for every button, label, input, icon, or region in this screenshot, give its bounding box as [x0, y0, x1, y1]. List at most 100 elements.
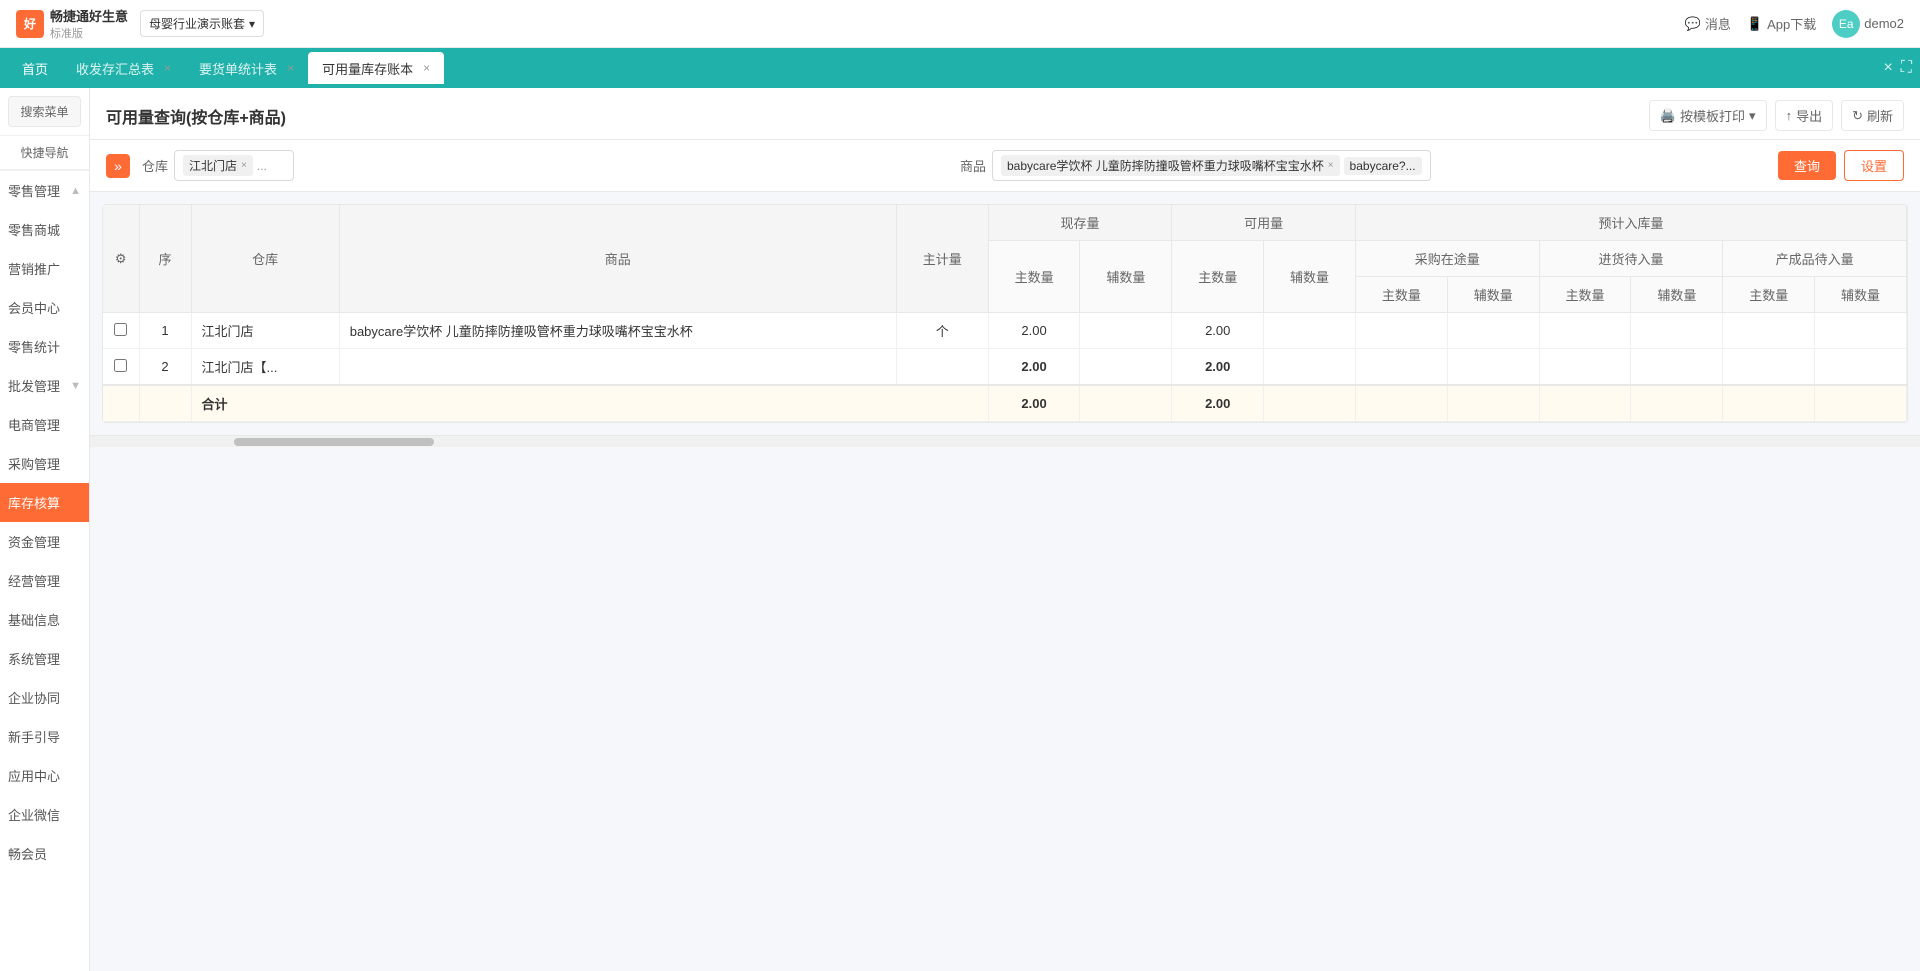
filter-actions: 查询 设置	[1778, 150, 1904, 181]
warehouse-tag-close[interactable]: ×	[241, 160, 247, 171]
sidebar-item-retail-mgmt[interactable]: 零售管理 ▲	[0, 171, 89, 210]
avatar: Ea	[1832, 10, 1860, 38]
fullscreen-btn[interactable]: ⛶	[1901, 59, 1912, 77]
product-tag-1: babycare学饮杯 儿童防摔防撞吸管杯重力球吸嘴杯宝宝水杯 ×	[1001, 155, 1340, 176]
query-btn[interactable]: 查询	[1778, 151, 1836, 180]
tab-available-stock-close[interactable]: ×	[423, 61, 430, 75]
export-label: 导出	[1796, 106, 1822, 125]
filter-bar: » 仓库 江北门店 × ... 商品 babycare学饮杯 儿童防摔防撞吸管杯…	[90, 140, 1920, 192]
logo-text-area: 畅捷通好生意 标准版	[50, 6, 128, 41]
message-btn[interactable]: 💬 消息	[1685, 14, 1731, 33]
tab-available-stock[interactable]: 可用量库存账本 ×	[308, 52, 444, 84]
td-production-main-2	[1723, 349, 1815, 386]
sidebar-item-new-guide[interactable]: 新手引导	[0, 717, 89, 756]
th-current-aux: 辅数量	[1080, 241, 1172, 313]
quick-nav-btn[interactable]: 快捷导航	[0, 136, 89, 170]
tab-home[interactable]: 首页	[8, 52, 62, 84]
th-current-main: 主数量	[988, 241, 1080, 313]
table-header-row-1: ⚙ 序 仓库 商品 主计量 现存量 可用量 预计入库量	[103, 205, 1907, 241]
tenant-name: 母婴行业演示账套	[149, 15, 245, 32]
main-layout: 搜索菜单 快捷导航 零售管理 ▲ 零售商城 营销推广 会员中心 零售统计 批发管…	[0, 88, 1920, 971]
sidebar: 搜索菜单 快捷导航 零售管理 ▲ 零售商城 营销推广 会员中心 零售统计 批发管…	[0, 88, 90, 971]
td-no-1: 1	[139, 313, 191, 349]
table-row: 2 江北门店【... 2.00 2.00	[103, 349, 1907, 386]
print-dropdown-icon: ▾	[1749, 108, 1756, 124]
logo-text: 畅捷通好生意	[50, 6, 128, 25]
warehouse-tag: 江北门店 ×	[183, 155, 253, 176]
summary-checkbox	[103, 385, 139, 422]
sidebar-item-retail-mall[interactable]: 零售商城	[0, 210, 89, 249]
th-warehouse: 仓库	[191, 205, 339, 313]
sidebar-item-wholesale-mgmt[interactable]: 批发管理 ▼	[0, 366, 89, 405]
product-tag-1-value: babycare学饮杯 儿童防摔防撞吸管杯重力球吸嘴杯宝宝水杯	[1007, 157, 1324, 174]
sidebar-item-enterprise-collab-label: 企业协同	[8, 688, 60, 707]
row-1-checkbox[interactable]	[114, 323, 127, 336]
scrollbar-thumb[interactable]	[234, 438, 434, 446]
sidebar-item-member-center[interactable]: 会员中心	[0, 288, 89, 327]
sidebar-item-basic-info[interactable]: 基础信息	[0, 600, 89, 639]
app-icon: 📱	[1747, 16, 1763, 32]
page-actions: 🖨️ 按模板打印 ▾ ↑ 导出 ↻ 刷新	[1649, 100, 1904, 131]
sidebar-item-inventory[interactable]: 库存核算	[0, 483, 89, 522]
refresh-btn[interactable]: ↻ 刷新	[1841, 100, 1904, 131]
sidebar-search-area: 搜索菜单	[0, 88, 89, 136]
tab-receipts-close[interactable]: ×	[164, 61, 171, 75]
tenant-selector[interactable]: 母婴行业演示账套 ▾	[140, 10, 264, 37]
summary-avail-main: 2.00	[1172, 385, 1264, 422]
th-product: 商品	[339, 205, 896, 313]
nav-tabs: 首页 收发存汇总表 × 要货单统计表 × 可用量库存账本 × × ⛶	[0, 48, 1920, 88]
tab-receipts[interactable]: 收发存汇总表 ×	[62, 52, 185, 84]
nav-tabs-right: × ⛶	[1883, 59, 1912, 77]
tab-order-stats-close[interactable]: ×	[287, 61, 294, 75]
sidebar-item-member[interactable]: 畅会员	[0, 834, 89, 873]
print-label: 按模板打印	[1680, 106, 1745, 125]
page-header: 可用量查询(按仓库+商品) 🖨️ 按模板打印 ▾ ↑ 导出 ↻ 刷新	[90, 88, 1920, 140]
product-input[interactable]: babycare学饮杯 儿童防摔防撞吸管杯重力球吸嘴杯宝宝水杯 × babyca…	[992, 150, 1431, 181]
sidebar-item-finance[interactable]: 资金管理	[0, 522, 89, 561]
summary-row: 合计 2.00 2.00	[103, 385, 1907, 422]
sidebar-item-retail-stats[interactable]: 零售统计	[0, 327, 89, 366]
app-download-btn[interactable]: 📱 App下载	[1747, 14, 1816, 33]
sidebar-item-app-center[interactable]: 应用中心	[0, 756, 89, 795]
sidebar-item-enterprise-wechat[interactable]: 企业微信	[0, 795, 89, 834]
avatar-text: Ea	[1839, 17, 1854, 31]
td-inbound-main-1	[1539, 313, 1631, 349]
sidebar-item-ecommerce-label: 电商管理	[8, 415, 60, 434]
td-avail-aux-2	[1264, 349, 1356, 386]
summary-inbound-aux	[1631, 385, 1723, 422]
print-btn[interactable]: 🖨️ 按模板打印 ▾	[1649, 100, 1767, 131]
td-unit-2	[896, 349, 988, 386]
sidebar-item-operations[interactable]: 经营管理	[0, 561, 89, 600]
user-area[interactable]: Ea demo2	[1832, 10, 1904, 38]
tab-order-stats[interactable]: 要货单统计表 ×	[185, 52, 308, 84]
message-label: 消息	[1705, 14, 1731, 33]
sidebar-item-marketing-label: 营销推广	[8, 259, 60, 278]
top-bar: 好 畅捷通好生意 标准版 母婴行业演示账套 ▾ 💬 消息 📱 App下载 Ea …	[0, 0, 1920, 48]
th-production-pending-group: 产成品待入量	[1723, 241, 1907, 277]
logo-icon: 好	[16, 10, 44, 38]
th-production-aux: 辅数量	[1815, 277, 1907, 313]
summary-no	[139, 385, 191, 422]
sidebar-item-ecommerce[interactable]: 电商管理	[0, 405, 89, 444]
sidebar-item-system[interactable]: 系统管理	[0, 639, 89, 678]
product-tag-1-close[interactable]: ×	[1328, 160, 1334, 171]
export-btn[interactable]: ↑ 导出	[1775, 100, 1834, 131]
td-checkbox-2[interactable]	[103, 349, 139, 386]
refresh-label: 刷新	[1867, 106, 1893, 125]
td-checkbox[interactable]	[103, 313, 139, 349]
sidebar-item-enterprise-collab[interactable]: 企业协同	[0, 678, 89, 717]
row-2-checkbox[interactable]	[114, 359, 127, 372]
filter-expand-btn[interactable]: »	[106, 154, 130, 178]
td-current-main-1: 2.00	[988, 313, 1080, 349]
sidebar-item-purchase[interactable]: 采购管理	[0, 444, 89, 483]
th-planned-inbound-group: 预计入库量	[1355, 205, 1906, 241]
warehouse-input[interactable]: 江北门店 × ...	[174, 150, 294, 181]
horizontal-scrollbar[interactable]	[90, 435, 1920, 447]
close-all-tabs-btn[interactable]: ×	[1883, 59, 1892, 77]
td-warehouse-1: 江北门店	[191, 313, 339, 349]
td-current-aux-2	[1080, 349, 1172, 386]
settings-filter-btn[interactable]: 设置	[1844, 150, 1904, 181]
warehouse-more[interactable]: ...	[257, 159, 267, 173]
search-menu-btn[interactable]: 搜索菜单	[8, 96, 81, 127]
sidebar-item-marketing[interactable]: 营销推广	[0, 249, 89, 288]
